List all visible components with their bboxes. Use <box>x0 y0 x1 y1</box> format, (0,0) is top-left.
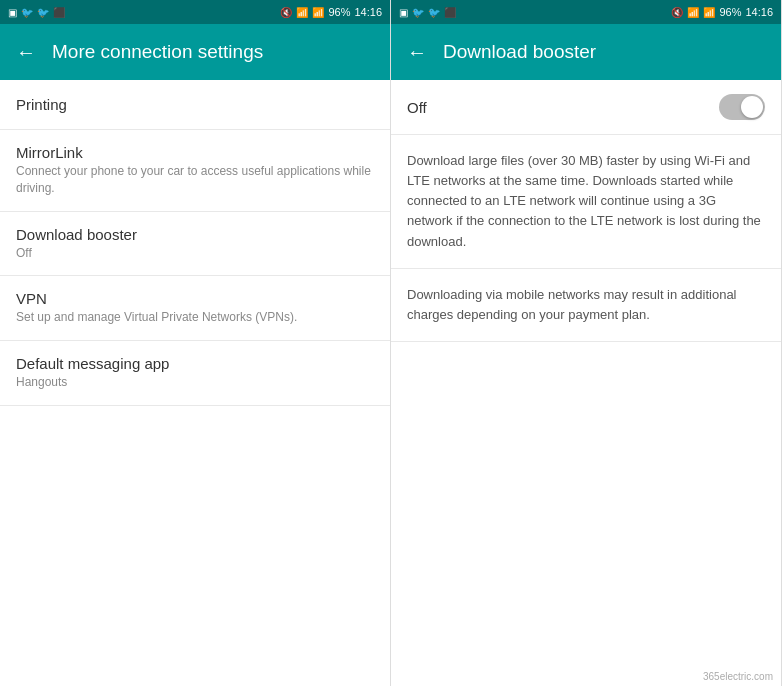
left-content: Printing MirrorLink Connect your phone t… <box>0 80 390 686</box>
mute-icon: 🔇 <box>280 7 292 18</box>
toggle-knob <box>741 96 763 118</box>
right-battery-percent: 96% <box>719 6 741 18</box>
description-text-1: Download large files (over 30 MB) faster… <box>407 151 765 252</box>
right-status-right: 🔇 📶 📶 96% 14:16 <box>671 6 773 18</box>
right-app-icon: ⬛ <box>444 7 456 18</box>
right-panel: ▣ 🐦 🐦 ⬛ 🔇 📶 📶 96% 14:16 ← Download boost… <box>391 0 782 686</box>
description-text-2: Downloading via mobile networks may resu… <box>407 285 765 325</box>
download-booster-toggle[interactable] <box>719 94 765 120</box>
default-messaging-subtitle: Hangouts <box>16 374 374 391</box>
right-signal-icon: 📶 <box>703 7 715 18</box>
right-twitter-icon: 🐦 <box>412 7 424 18</box>
sim-icon: ▣ <box>8 7 17 18</box>
time-display: 14:16 <box>354 6 382 18</box>
status-right: 🔇 📶 📶 96% 14:16 <box>280 6 382 18</box>
left-header-title: More connection settings <box>52 41 263 63</box>
toggle-row: Off <box>391 80 781 135</box>
vpn-item[interactable]: VPN Set up and manage Virtual Private Ne… <box>0 276 390 341</box>
description-block-1: Download large files (over 30 MB) faster… <box>391 135 781 269</box>
download-booster-subtitle: Off <box>16 245 374 262</box>
wifi-icon: 📶 <box>296 7 308 18</box>
default-messaging-item[interactable]: Default messaging app Hangouts <box>0 341 390 406</box>
left-status-bar: ▣ 🐦 🐦 ⬛ 🔇 📶 📶 96% 14:16 <box>0 0 390 24</box>
mirrorlink-subtitle: Connect your phone to your car to access… <box>16 163 374 197</box>
watermark: 365electric.com <box>703 671 773 682</box>
vpn-subtitle: Set up and manage Virtual Private Networ… <box>16 309 374 326</box>
right-content: Off Download large files (over 30 MB) fa… <box>391 80 781 686</box>
right-header-title: Download booster <box>443 41 596 63</box>
vpn-title: VPN <box>16 290 374 307</box>
right-battery-display: 96% <box>719 6 741 18</box>
right-wifi-icon: 📶 <box>687 7 699 18</box>
printing-title: Printing <box>16 96 374 113</box>
right-status-bar: ▣ 🐦 🐦 ⬛ 🔇 📶 📶 96% 14:16 <box>391 0 781 24</box>
right-sim-icon: ▣ <box>399 7 408 18</box>
right-back-button[interactable]: ← <box>407 41 427 64</box>
right-header: ← Download booster <box>391 24 781 80</box>
twitter2-icon: 🐦 <box>37 7 49 18</box>
right-status-icons-left: ▣ 🐦 🐦 ⬛ <box>399 7 456 18</box>
download-booster-item[interactable]: Download booster Off <box>0 212 390 277</box>
toggle-label: Off <box>407 99 427 116</box>
default-messaging-title: Default messaging app <box>16 355 374 372</box>
mirrorlink-item[interactable]: MirrorLink Connect your phone to your ca… <box>0 130 390 212</box>
signal-icon: 📶 <box>312 7 324 18</box>
right-mute-icon: 🔇 <box>671 7 683 18</box>
battery-display: 96% <box>328 6 350 18</box>
printing-item[interactable]: Printing <box>0 80 390 130</box>
left-header: ← More connection settings <box>0 24 390 80</box>
mirrorlink-title: MirrorLink <box>16 144 374 161</box>
status-icons-left: ▣ 🐦 🐦 ⬛ <box>8 7 65 18</box>
twitter-icon: 🐦 <box>21 7 33 18</box>
right-time-display: 14:16 <box>745 6 773 18</box>
right-twitter2-icon: 🐦 <box>428 7 440 18</box>
battery-percent: 96% <box>328 6 350 18</box>
download-booster-title: Download booster <box>16 226 374 243</box>
description-block-2: Downloading via mobile networks may resu… <box>391 269 781 342</box>
app-icon: ⬛ <box>53 7 65 18</box>
left-panel: ▣ 🐦 🐦 ⬛ 🔇 📶 📶 96% 14:16 ← More connectio… <box>0 0 391 686</box>
left-back-button[interactable]: ← <box>16 41 36 64</box>
